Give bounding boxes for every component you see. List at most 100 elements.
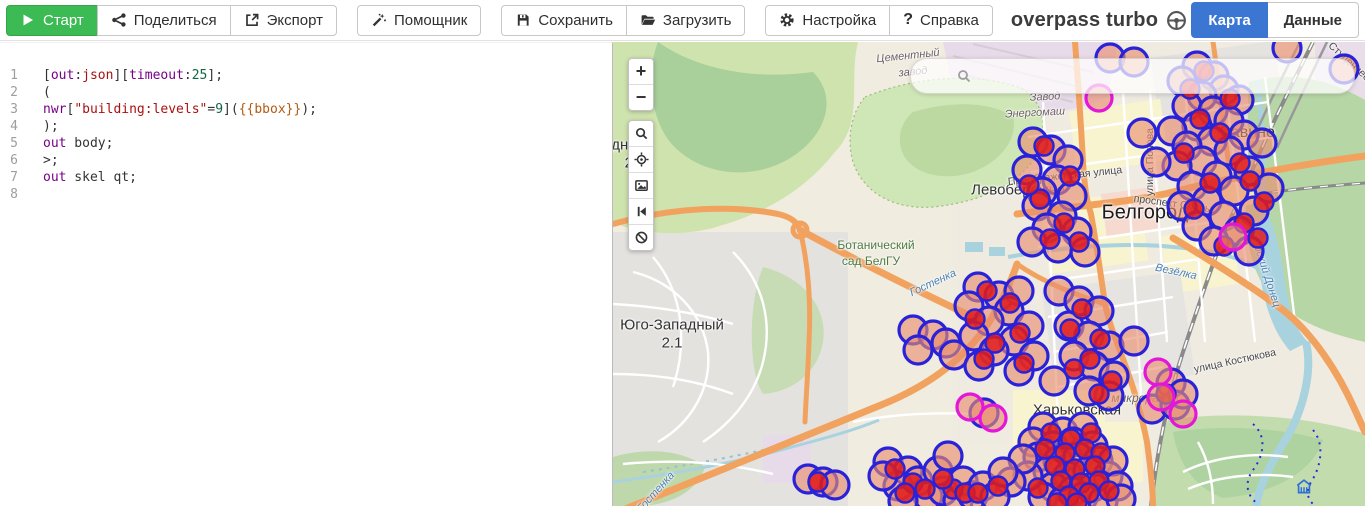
poi-marker-red[interactable] — [807, 471, 829, 493]
export-image-button[interactable] — [629, 173, 653, 199]
poi-marker-red[interactable] — [894, 482, 916, 504]
run-button[interactable]: Старт — [6, 4, 97, 36]
poi-marker-red[interactable] — [967, 482, 989, 504]
poi-marker-red[interactable] — [976, 280, 998, 302]
poi-marker-red[interactable] — [1059, 165, 1081, 187]
code-line: ( — [43, 85, 51, 100]
toolbar: Старт Поделиться Экспорт Помощник Сохран… — [0, 0, 1365, 41]
code-line: >; — [43, 153, 59, 168]
poi-marker-red[interactable] — [1239, 170, 1261, 192]
poi-marker[interactable] — [1118, 325, 1150, 357]
poi-marker-red[interactable] — [1229, 152, 1251, 174]
gear-icon — [780, 13, 794, 27]
share-button[interactable]: Поделиться — [96, 4, 230, 36]
steering-wheel-icon — [1167, 10, 1187, 30]
code-line: nwr["building:levels"=9]({{bbox}}); — [43, 102, 317, 117]
poi-marker-red[interactable] — [987, 475, 1009, 497]
poi-marker-red[interactable] — [1046, 492, 1068, 506]
poi-marker-red[interactable] — [1183, 198, 1205, 220]
poi-marker[interactable] — [1246, 127, 1278, 159]
poi-marker-red[interactable] — [1071, 298, 1093, 320]
poi-marker-red[interactable] — [1063, 358, 1085, 380]
poi-marker-red[interactable] — [932, 468, 954, 490]
poi-marker-red[interactable] — [1247, 227, 1269, 249]
poi-marker-red[interactable] — [1199, 172, 1221, 194]
poi-marker-magenta[interactable] — [978, 403, 1008, 433]
poi-marker-red[interactable] — [884, 458, 906, 480]
poi-marker-red[interactable] — [1098, 480, 1120, 502]
poi-marker[interactable] — [902, 334, 934, 366]
app-logo: overpass turbo — [1011, 9, 1187, 32]
locate-button[interactable] — [629, 147, 653, 173]
poi-marker-red[interactable] — [1027, 477, 1049, 499]
poi-marker-red[interactable] — [914, 478, 936, 500]
load-button[interactable]: Загрузить — [625, 4, 746, 36]
save-load-group: Сохранить Загрузить — [501, 4, 746, 36]
wizard-group: Помощник — [356, 4, 482, 36]
magnifier-icon — [635, 127, 647, 140]
poi-marker-magenta[interactable] — [1146, 382, 1176, 412]
magic-wand-icon — [372, 13, 386, 27]
share-icon — [111, 13, 126, 27]
line-numbers-gutter: 1 2 3 4 5 6 7 8 — [0, 43, 27, 506]
tab-map[interactable]: Карта — [1191, 2, 1268, 38]
zoom-control: + − — [628, 58, 654, 111]
poi-marker-red[interactable] — [1189, 108, 1211, 130]
poi-marker-red[interactable] — [1013, 352, 1035, 374]
museum-building-icon — [1296, 479, 1312, 494]
poi-marker-red[interactable] — [1018, 174, 1040, 196]
code-area[interactable]: [out:json][timeout:25]; ( nwr["building:le… — [27, 43, 612, 506]
map-markers-layer[interactable] — [613, 42, 1365, 506]
save-button[interactable]: Сохранить — [501, 4, 626, 36]
map-search-bar — [910, 58, 1355, 94]
wizard-button[interactable]: Помощник — [356, 4, 482, 36]
export-button[interactable]: Экспорт — [229, 4, 337, 36]
poi-marker-red[interactable] — [1209, 122, 1231, 144]
hide-data-button[interactable] — [629, 225, 653, 250]
poi-marker-magenta[interactable] — [1218, 222, 1248, 252]
map-tools-control — [628, 120, 654, 251]
poi-marker-red[interactable] — [1033, 135, 1055, 157]
settings-button[interactable]: Настройка — [765, 4, 890, 36]
zoom-out-button[interactable]: − — [629, 85, 653, 110]
poi-marker-red[interactable] — [999, 292, 1021, 314]
poi-marker-red[interactable] — [1066, 492, 1088, 506]
line-number: 5 — [10, 136, 18, 151]
poi-marker-red[interactable] — [1089, 328, 1111, 350]
poi-marker-red[interactable] — [1009, 322, 1031, 344]
jump-to-data-button[interactable] — [629, 199, 653, 225]
run-share-export-group: Старт Поделиться Экспорт — [6, 4, 337, 36]
tab-data[interactable]: Данные — [1267, 2, 1359, 38]
save-button-label: Сохранить — [538, 11, 613, 29]
zoom-in-button[interactable]: + — [629, 59, 653, 85]
poi-marker-red[interactable] — [1034, 438, 1056, 460]
view-tabs: Карта Данные — [1191, 2, 1359, 38]
poi-marker-magenta[interactable] — [1168, 399, 1198, 429]
poi-marker-red[interactable] — [1253, 191, 1275, 213]
help-button[interactable]: ? Справка — [889, 4, 993, 36]
poi-marker[interactable] — [1126, 117, 1158, 149]
poi-marker[interactable] — [932, 440, 964, 472]
help-button-label: Справка — [920, 11, 979, 29]
map-panel[interactable]: БелгородСавиноЮго-Западный2.1Харьковская… — [613, 42, 1365, 506]
poi-marker-red[interactable] — [1039, 228, 1061, 250]
poi-marker-red[interactable] — [1059, 318, 1081, 340]
line-number: 3 — [10, 102, 18, 117]
poi-marker-magenta[interactable] — [1143, 357, 1173, 387]
line-number: 4 — [10, 119, 18, 134]
share-button-label: Поделиться — [133, 11, 217, 29]
poi-marker-red[interactable] — [1088, 383, 1110, 405]
code-line: [out:json][timeout:25]; — [43, 68, 224, 83]
poi-marker-red[interactable] — [1173, 142, 1195, 164]
poi-marker-red[interactable] — [964, 308, 986, 330]
poi-marker-red[interactable] — [973, 348, 995, 370]
map-search-input[interactable] — [972, 58, 1354, 94]
settings-button-label: Настройка — [802, 11, 877, 29]
line-number: 2 — [10, 85, 18, 100]
poi-marker[interactable] — [1140, 146, 1172, 178]
play-icon — [23, 14, 33, 26]
poi-marker-red[interactable] — [1053, 212, 1075, 234]
map-search-button[interactable] — [629, 121, 653, 147]
poi-marker-red[interactable] — [1068, 231, 1090, 253]
